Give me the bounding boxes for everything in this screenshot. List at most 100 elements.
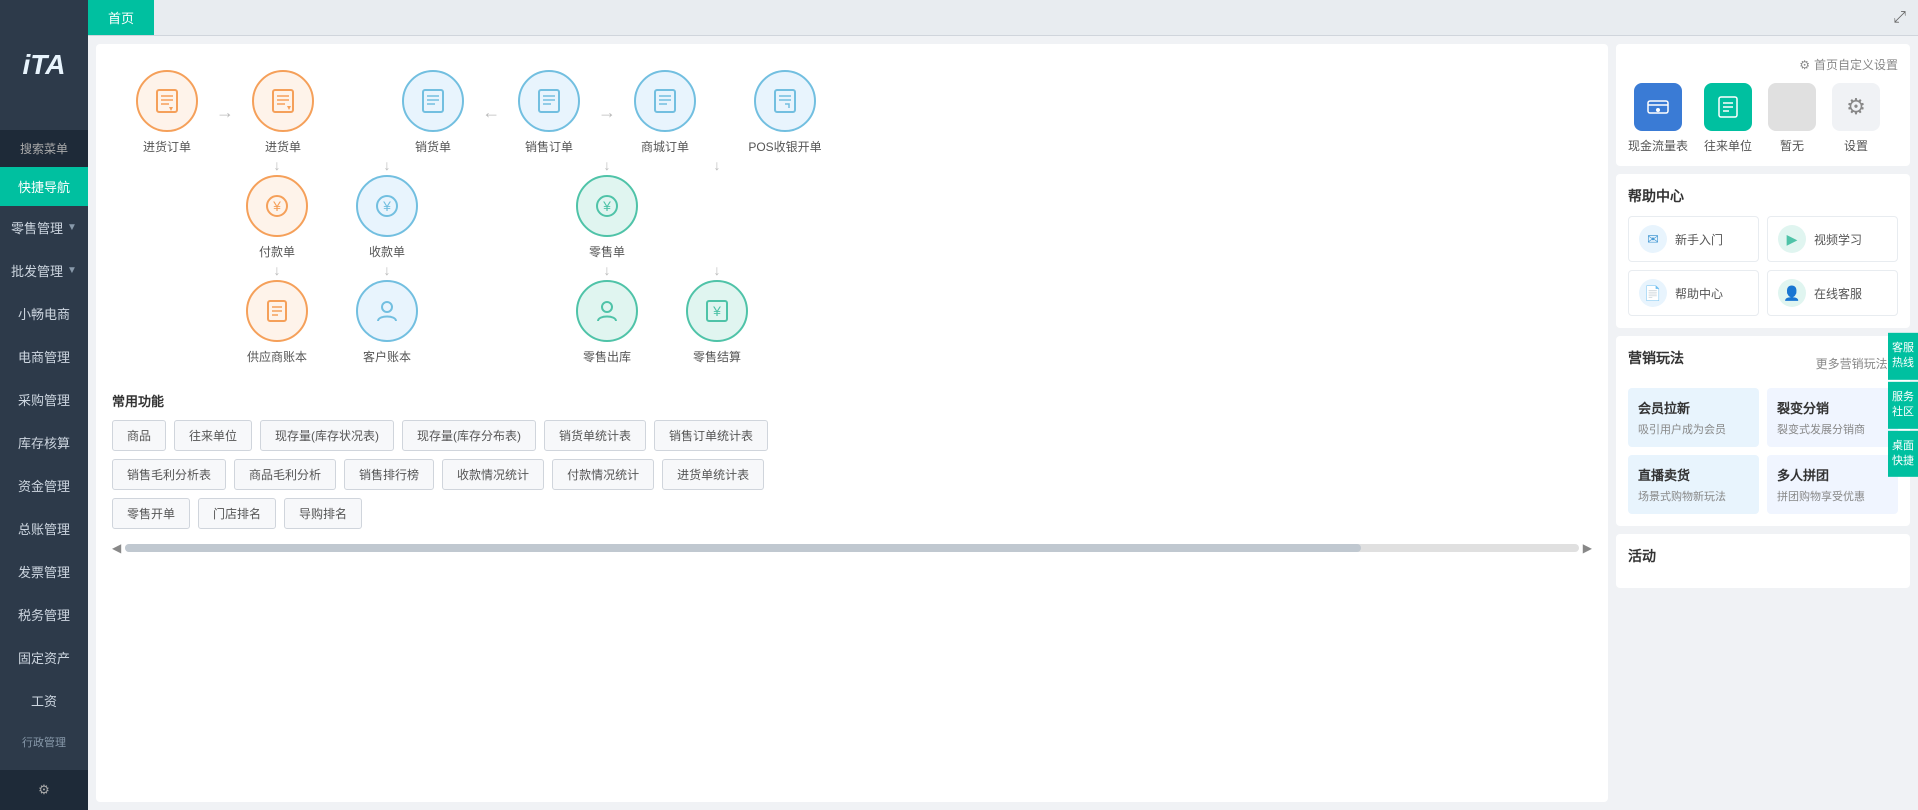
sidebar-item-inventory[interactable]: 库存核算 (0, 421, 88, 464)
sidebar: iTA 搜索菜单 快捷导航 零售管理 ▼ 批发管理 ▼ 小畅电商 电商管理 采购… (0, 0, 88, 810)
flow-node-mall-order[interactable]: 商城订单 (620, 70, 710, 155)
help-item-service[interactable]: 👤 在线客服 (1767, 270, 1898, 316)
main-area: 首页 ⤢ (88, 0, 1918, 810)
flow-node-purchase-order[interactable]: 进货订单 (122, 70, 212, 155)
func-btn-purchase-stat[interactable]: 进货单统计表 (662, 459, 764, 490)
expand-icon[interactable]: ⤢ (1893, 9, 1906, 26)
mkt-more[interactable]: 更多营销玩法 > (1816, 355, 1898, 372)
func-btn-product-gross[interactable]: 商品毛利分析 (234, 459, 336, 490)
func-btn-sales-stat[interactable]: 销货单统计表 (544, 420, 646, 451)
func-btn-payment-stat[interactable]: 付款情况统计 (552, 459, 654, 490)
flow-node-pos[interactable]: POS收银开单 (740, 70, 830, 155)
sidebar-item-assets[interactable]: 固定资产 (0, 636, 88, 679)
down-v2: ↓ (342, 155, 432, 175)
sidebar-item-ecommerce[interactable]: 电商管理 (0, 335, 88, 378)
func-btn-product[interactable]: 商品 (112, 420, 166, 451)
scroll-track[interactable] (125, 544, 1579, 552)
sidebar-item-tax[interactable]: 税务管理 (0, 593, 88, 636)
arrow-3: → (594, 102, 620, 123)
logo-text: iTA (22, 49, 65, 81)
sales-label: 销货单 (415, 138, 451, 155)
activity-section: 活动 (1616, 534, 1910, 588)
mkt-member-sub: 吸引用户成为会员 (1638, 421, 1749, 437)
func-btn-store-rank[interactable]: 门店排名 (198, 498, 276, 529)
arrow-icon: ▼ (67, 265, 77, 276)
cashflow-label: 现金流量表 (1628, 137, 1688, 154)
help-item-beginner[interactable]: ✉ 新手入门 (1628, 216, 1759, 262)
quick-access-section: ⚙ 首页自定义设置 现金流量表 (1616, 44, 1910, 166)
func-btn-retail-order[interactable]: 零售开单 (112, 498, 190, 529)
mkt-item-group[interactable]: 多人拼团 拼团购物享受优惠 (1767, 455, 1898, 514)
svg-text:¥: ¥ (602, 198, 611, 214)
side-btn-desktop[interactable]: 桌面快捷 (1888, 430, 1918, 477)
settings-icon: ⚙ (1832, 83, 1880, 131)
flow-node-retail-settle[interactable]: ¥ 零售结算 (672, 280, 762, 365)
retail-out-icon (576, 280, 638, 342)
mkt-item-live[interactable]: 直播卖货 场景式购物新玩法 (1628, 455, 1759, 514)
qa-item-contacts[interactable]: 往来单位 (1704, 83, 1752, 154)
help-item-video[interactable]: ▶ 视频学习 (1767, 216, 1898, 262)
sidebar-item-finance[interactable]: 资金管理 (0, 464, 88, 507)
func-btn-stock-status[interactable]: 现存量(库存状况表) (260, 420, 394, 451)
sidebar-item-wholesale[interactable]: 批发管理 ▼ (0, 249, 88, 292)
sidebar-search[interactable]: 搜索菜单 (0, 130, 88, 167)
flow-node-sales-order[interactable]: 销售订单 (504, 70, 594, 155)
sidebar-settings[interactable]: ⚙ (0, 770, 88, 810)
sidebar-item-purchase[interactable]: 采购管理 (0, 378, 88, 421)
flow-node-retail[interactable]: ¥ 零售单 (562, 175, 652, 260)
flow-node-payment[interactable]: ¥ 付款单 (232, 175, 322, 260)
help-section: 帮助中心 ✉ 新手入门 ▶ 视频学习 📄 帮助中心 👤 (1616, 174, 1910, 328)
func-grid-row2: 销售毛利分析表 商品毛利分析 销售排行榜 收款情况统计 付款情况统计 进货单统计… (112, 459, 1592, 490)
tab-home[interactable]: 首页 (88, 0, 154, 35)
receipt-icon: ¥ (356, 175, 418, 237)
mall-order-icon (634, 70, 696, 132)
func-btn-order-stat[interactable]: 销售订单统计表 (654, 420, 768, 451)
retail-label: 零售单 (589, 243, 625, 260)
func-grid-row3: 零售开单 门店排名 导购排名 (112, 498, 1592, 529)
down-v1: ↓ (232, 155, 322, 175)
side-btn-service[interactable]: 客服热线 (1888, 333, 1918, 380)
qa-item-none[interactable]: 暂无 (1768, 83, 1816, 154)
help-item-help[interactable]: 📄 帮助中心 (1628, 270, 1759, 316)
flow-node-receipt[interactable]: ¥ 收款单 (342, 175, 432, 260)
right-panel: ⚙ 首页自定义设置 现金流量表 (1608, 36, 1918, 810)
func-btn-guide-rank[interactable]: 导购排名 (284, 498, 362, 529)
sidebar-item-more[interactable]: 行政管理 (0, 722, 88, 762)
sales-icon (402, 70, 464, 132)
mkt-item-fission[interactable]: 裂变分销 裂变式发展分销商 (1767, 388, 1898, 447)
func-btn-gross-analysis[interactable]: 销售毛利分析表 (112, 459, 226, 490)
mkt-live-title: 直播卖货 (1638, 465, 1749, 484)
mkt-title: 营销玩法 (1628, 348, 1684, 368)
qa-item-settings[interactable]: ⚙ 设置 (1832, 83, 1880, 154)
side-btn-community[interactable]: 服务社区 (1888, 382, 1918, 429)
scroll-thumb (125, 544, 1361, 552)
flow-node-purchase[interactable]: 进货单 (238, 70, 328, 155)
svg-text:¥: ¥ (382, 198, 391, 214)
sidebar-quicknav[interactable]: 快捷导航 (0, 167, 88, 206)
mall-order-label: 商城订单 (641, 138, 689, 155)
flow-node-customer[interactable]: 客户账本 (342, 280, 432, 365)
func-btn-sales-rank[interactable]: 销售排行榜 (344, 459, 434, 490)
func-btn-contacts[interactable]: 往来单位 (174, 420, 252, 451)
flow-node-sales[interactable]: 销货单 (388, 70, 478, 155)
sidebar-item-salary[interactable]: 工资 (0, 679, 88, 722)
flow-node-retail-out[interactable]: 零售出库 (562, 280, 652, 365)
payment-label: 付款单 (259, 243, 295, 260)
sidebar-item-ledger[interactable]: 总账管理 (0, 507, 88, 550)
sidebar-item-invoice[interactable]: 发票管理 (0, 550, 88, 593)
sidebar-item-retail[interactable]: 零售管理 ▼ (0, 206, 88, 249)
mkt-header: 营销玩法 更多营销玩法 > (1628, 348, 1898, 378)
left-panel-inner: 进货订单 → (112, 60, 1592, 555)
tabbar: 首页 ⤢ (88, 0, 1918, 36)
flow-node-supplier[interactable]: 供应商账本 (232, 280, 322, 365)
sidebar-item-ecommerce-small[interactable]: 小畅电商 (0, 292, 88, 335)
qa-item-cashflow[interactable]: 现金流量表 (1628, 83, 1688, 154)
customize-label[interactable]: 首页自定义设置 (1814, 56, 1898, 73)
mkt-grid: 会员拉新 吸引用户成为会员 裂变分销 裂变式发展分销商 直播卖货 场景式购物新玩… (1628, 388, 1898, 514)
side-buttons: 客服热线 服务社区 桌面快捷 (1888, 333, 1918, 477)
mkt-item-member[interactable]: 会员拉新 吸引用户成为会员 (1628, 388, 1759, 447)
scroll-right[interactable]: ▶ (1583, 541, 1592, 555)
func-btn-receipt-stat[interactable]: 收款情况统计 (442, 459, 544, 490)
func-btn-stock-dist[interactable]: 现存量(库存分布表) (402, 420, 536, 451)
scroll-left[interactable]: ◀ (112, 541, 121, 555)
